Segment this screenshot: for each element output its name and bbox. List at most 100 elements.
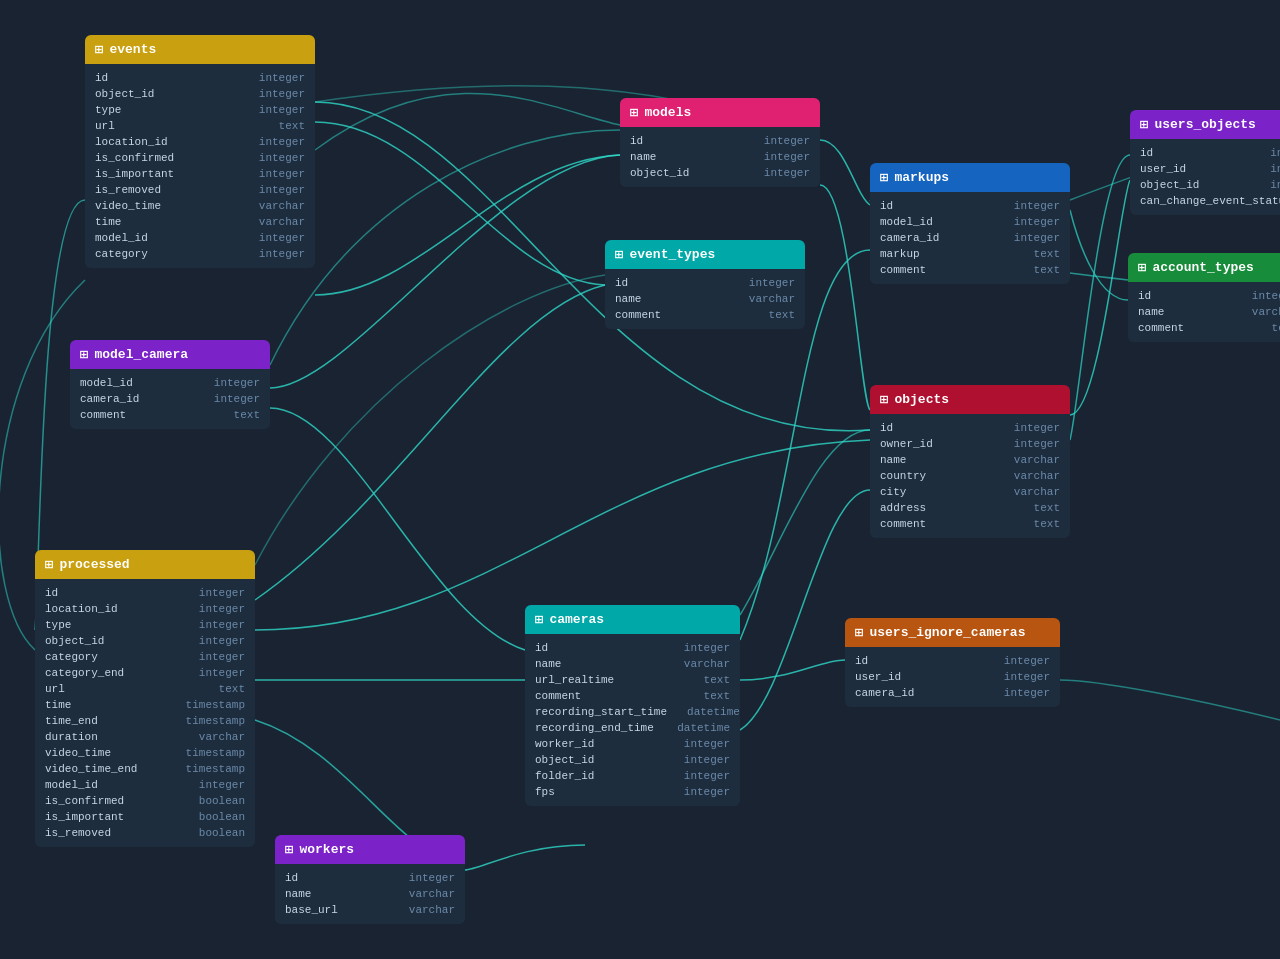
table-icon: ⊞ xyxy=(1140,116,1148,133)
field-name: name xyxy=(285,888,311,900)
field-name: recording_start_time xyxy=(535,706,667,718)
table-header-event_types: ⊞ event_types xyxy=(605,240,805,269)
table-row: is_removedboolean xyxy=(35,825,255,841)
field-name: name xyxy=(880,454,906,466)
field-name: folder_id xyxy=(535,770,594,782)
field-type: integer xyxy=(764,151,810,163)
field-name: is_important xyxy=(95,168,174,180)
table-icon: ⊞ xyxy=(80,346,88,363)
field-name: id xyxy=(615,277,628,289)
table-models: ⊞modelsidintegernameintegerobject_idinte… xyxy=(620,98,820,187)
table-row: can_change_event_status xyxy=(1130,193,1280,209)
field-type: integer xyxy=(1252,290,1280,302)
field-name: country xyxy=(880,470,926,482)
field-type: integer xyxy=(409,872,455,884)
table-icon: ⊞ xyxy=(95,41,103,58)
field-name: is_removed xyxy=(95,184,161,196)
table-icon: ⊞ xyxy=(615,246,623,263)
field-type: boolean xyxy=(199,827,245,839)
field-name: worker_id xyxy=(535,738,594,750)
field-name: id xyxy=(285,872,298,884)
table-row: user_idinteger xyxy=(845,669,1060,685)
field-name: object_id xyxy=(45,635,104,647)
field-name: url xyxy=(95,120,115,132)
table-row: video_timetimestamp xyxy=(35,745,255,761)
field-name: time xyxy=(95,216,121,228)
field-name: comment xyxy=(615,309,661,321)
table-header-models: ⊞models xyxy=(620,98,820,127)
table-row: object_idinteger xyxy=(85,86,315,102)
field-name: video_time_end xyxy=(45,763,137,775)
table-label-account_types: account_types xyxy=(1152,260,1253,275)
field-name: name xyxy=(630,151,656,163)
table-header-users_objects: ⊞users_objects xyxy=(1130,110,1280,139)
field-type: text xyxy=(234,409,260,421)
field-type: boolean xyxy=(199,811,245,823)
field-type: datetime xyxy=(687,706,740,718)
field-type: integer xyxy=(259,184,305,196)
field-type: boolean xyxy=(199,795,245,807)
field-type: integer xyxy=(1004,687,1050,699)
table-row: worker_id integer xyxy=(525,736,740,752)
table-label-processed: processed xyxy=(59,557,129,572)
field-name: id xyxy=(880,422,893,434)
table-row: owner_idinteger xyxy=(870,436,1070,452)
field-type: integer xyxy=(259,136,305,148)
field-name: comment xyxy=(1138,322,1184,334)
field-type: integer xyxy=(1014,200,1060,212)
field-name: id xyxy=(880,200,893,212)
table-row: object_idinteger xyxy=(620,165,820,181)
table-row: urltext xyxy=(35,681,255,697)
table-row: camera_id integer xyxy=(845,685,1060,701)
table-body-workers: idintegernamevarcharbase_urlvarchar xyxy=(275,864,465,924)
field-name: is_important xyxy=(45,811,124,823)
table-cameras: ⊞camerasidintegernamevarcharurl_realtime… xyxy=(525,605,740,806)
table-label-event_types: event_types xyxy=(629,247,715,262)
field-type: integer xyxy=(259,232,305,244)
table-row: namevarchar xyxy=(605,291,805,307)
field-type: integer xyxy=(1014,422,1060,434)
field-name: url_realtime xyxy=(535,674,614,686)
field-name: city xyxy=(880,486,906,498)
field-type: text xyxy=(769,309,795,321)
table-row: cityvarchar xyxy=(870,484,1070,500)
table-header-cameras: ⊞cameras xyxy=(525,605,740,634)
field-type: integer xyxy=(199,635,245,647)
field-name: duration xyxy=(45,731,98,743)
field-name: recording_end_time xyxy=(535,722,654,734)
table-row: category_endinteger xyxy=(35,665,255,681)
table-row: addresstext xyxy=(870,500,1070,516)
field-type: integer xyxy=(259,72,305,84)
table-header-processed: ⊞processed xyxy=(35,550,255,579)
field-type: integer xyxy=(1014,232,1060,244)
field-type: integer xyxy=(1004,671,1050,683)
field-type: text xyxy=(1034,518,1060,530)
field-name: model_id xyxy=(45,779,98,791)
field-type: timestamp xyxy=(186,715,245,727)
table-row: categoryinteger xyxy=(85,246,315,262)
table-row: video_time_endtimestamp xyxy=(35,761,255,777)
table-row: idinteger xyxy=(1128,288,1280,304)
field-name: name xyxy=(535,658,561,670)
field-type: integer xyxy=(1014,216,1060,228)
table-row: model_idinteger xyxy=(70,375,270,391)
table-row: commenttext xyxy=(1128,320,1280,336)
table-row: idinteger xyxy=(620,133,820,149)
table-row: camera_idinteger xyxy=(70,391,270,407)
field-type: datetime xyxy=(677,722,730,734)
field-name: location_id xyxy=(95,136,168,148)
table-row: user_idint xyxy=(1130,161,1280,177)
field-name: comment xyxy=(535,690,581,702)
table-row: model_idinteger xyxy=(85,230,315,246)
field-type: int xyxy=(1270,147,1280,159)
field-name: object_id xyxy=(630,167,689,179)
field-name: video_time xyxy=(45,747,111,759)
table-icon: ⊞ xyxy=(855,624,863,641)
field-type: varchar xyxy=(199,731,245,743)
field-name: camera_id xyxy=(855,687,914,699)
field-type: integer xyxy=(259,152,305,164)
field-type: integer xyxy=(684,738,730,750)
field-name: name xyxy=(615,293,641,305)
field-type: integer xyxy=(764,135,810,147)
table-row: location_id integer xyxy=(85,134,315,150)
